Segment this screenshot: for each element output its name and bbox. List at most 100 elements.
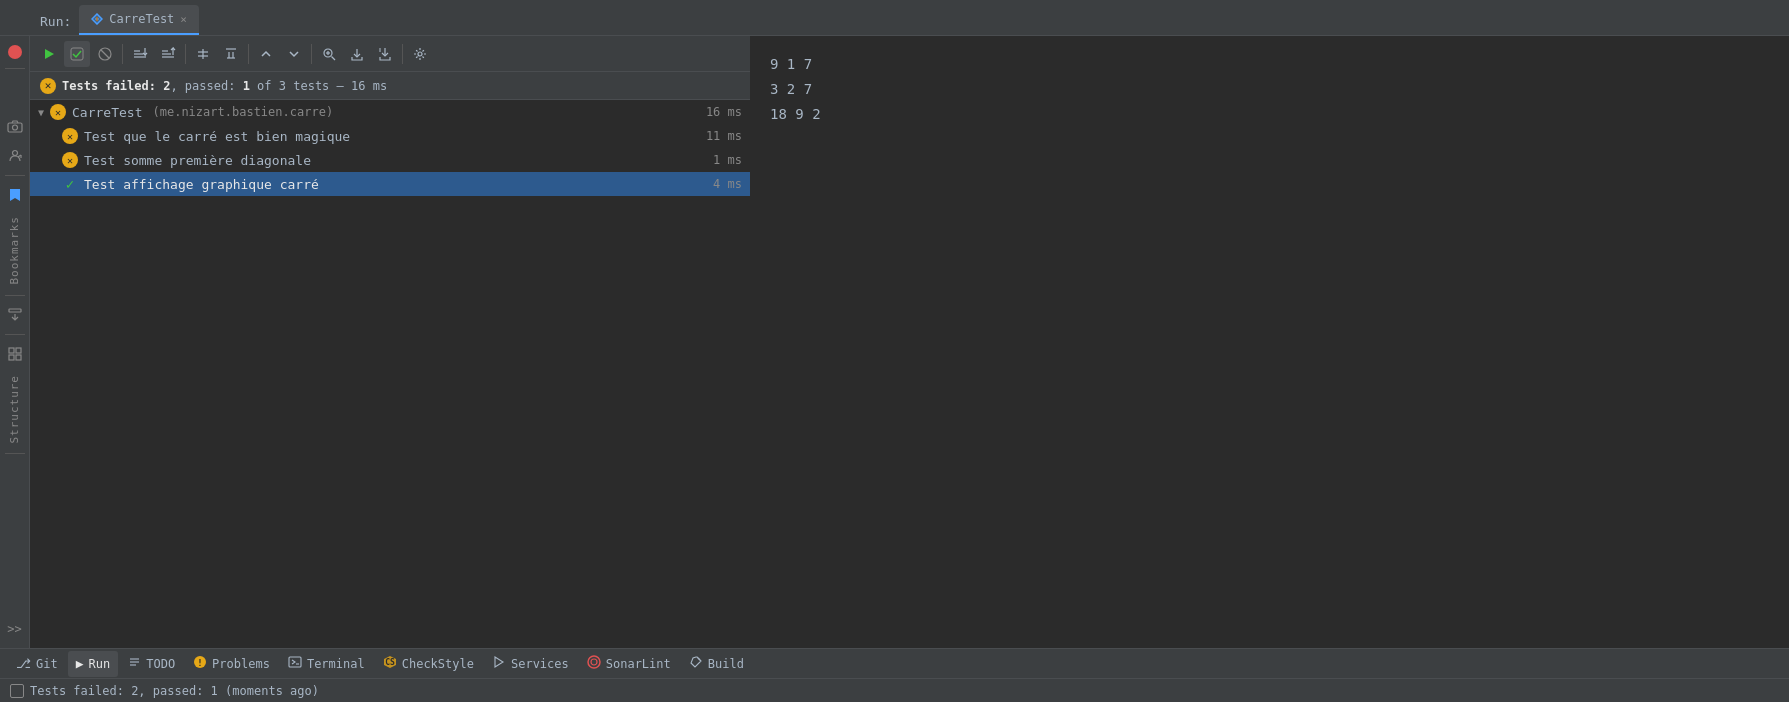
svg-rect-14 (16, 355, 21, 360)
sonarlint-icon (587, 655, 601, 672)
svg-rect-12 (16, 348, 21, 353)
tab-terminal[interactable]: Terminal (280, 651, 373, 677)
settings-button[interactable] (407, 41, 433, 67)
todo-icon (128, 656, 141, 672)
svg-rect-10 (9, 309, 21, 312)
test-name-1: Test que le carré est bien magique (84, 129, 700, 144)
tab-git[interactable]: ⎇ Git (8, 651, 66, 677)
svg-rect-13 (9, 355, 14, 360)
test-row-selected[interactable]: ✓ Test affichage graphique carré 4 ms (30, 172, 750, 196)
output-line-2: 3 2 7 (770, 77, 1769, 102)
tab-sonarlint[interactable]: SonarLint (579, 651, 679, 677)
export-button[interactable] (344, 41, 370, 67)
checkstyle-label: CheckStyle (402, 657, 474, 671)
camera-icon[interactable] (2, 113, 28, 139)
output-line-3: 18 9 2 (770, 102, 1769, 127)
toolbar-sep-2 (185, 44, 186, 64)
bookmark-icon[interactable] (2, 182, 28, 208)
align2-button[interactable] (218, 41, 244, 67)
sort-duration-button[interactable] (155, 41, 181, 67)
svg-point-4 (8, 45, 22, 59)
test-row[interactable]: ✕ Test que le carré est bien magique 11 … (30, 124, 750, 148)
next-button[interactable] (281, 41, 307, 67)
toolbar-sep-1 (122, 44, 123, 64)
grid-icon[interactable] (2, 341, 28, 367)
output-panel: 9 1 7 3 2 7 18 9 2 (750, 36, 1789, 648)
build-icon (689, 655, 703, 672)
toolbar-sep-5 (402, 44, 403, 64)
run-icon: ▶ (76, 656, 84, 671)
play-button[interactable] (36, 41, 62, 67)
sonarlint-label: SonarLint (606, 657, 671, 671)
tab-todo[interactable]: TODO (120, 651, 183, 677)
filter-passed-button[interactable] (64, 41, 90, 67)
svg-point-42 (418, 52, 422, 56)
run-toolbar (30, 36, 750, 72)
suite-time: 16 ms (706, 105, 742, 119)
run-tab-label: Run (89, 657, 111, 671)
git-icon: ⎇ (16, 656, 31, 671)
git-label: Git (36, 657, 58, 671)
toolbar-sep-4 (311, 44, 312, 64)
test-name-3: Test affichage graphique carré (84, 177, 707, 192)
output-line-1: 9 1 7 (770, 52, 1769, 77)
svg-rect-16 (71, 48, 83, 60)
run-label: Run: (40, 14, 71, 35)
svg-point-7 (12, 151, 17, 156)
more-icon[interactable]: >> (2, 616, 28, 642)
sidebar-divider-3 (5, 295, 25, 296)
svg-point-53 (588, 656, 600, 668)
footer-text: Tests failed: 2, passed: 1 (moments ago) (30, 684, 319, 698)
sidebar-divider-4 (5, 334, 25, 335)
svg-line-35 (332, 56, 336, 60)
tab-problems[interactable]: ! Problems (185, 651, 278, 677)
svg-marker-52 (495, 657, 503, 667)
svg-line-18 (101, 50, 109, 58)
svg-rect-5 (8, 123, 22, 132)
svg-point-54 (591, 659, 597, 665)
status-text: Tests failed: 2, passed: 1 of 3 tests – … (62, 79, 387, 93)
rerun-failed-button[interactable] (92, 41, 118, 67)
tab-run[interactable]: ▶ Run (68, 651, 119, 677)
test-passed-icon: ✓ (62, 176, 78, 192)
services-icon (492, 655, 506, 672)
suite-failed-icon: ✕ (50, 104, 66, 120)
problems-label: Problems (212, 657, 270, 671)
sidebar-divider-2 (5, 175, 25, 176)
test-status-bar: ✕ Tests failed: 2, passed: 1 of 3 tests … (30, 72, 750, 100)
svg-rect-11 (9, 348, 14, 353)
run-panel: ✕ Tests failed: 2, passed: 1 of 3 tests … (30, 36, 750, 648)
tab-services[interactable]: Services (484, 651, 577, 677)
export-all-button[interactable] (372, 41, 398, 67)
test-name-2: Test somme première diagonale (84, 153, 707, 168)
tab-checkstyle[interactable]: CS CheckStyle (375, 651, 482, 677)
toolbar-sep-3 (248, 44, 249, 64)
status-failed-icon: ✕ (40, 78, 56, 94)
status-footer: Tests failed: 2, passed: 1 (moments ago) (0, 678, 1789, 702)
footer-checkbox[interactable] (10, 684, 24, 698)
test-time-3: 4 ms (713, 177, 742, 191)
test-suite-row[interactable]: ▼ ✕ CarreTest (me.nizart.bastien.carre) … (30, 100, 750, 124)
tab-build[interactable]: Build (681, 651, 752, 677)
suite-pkg: (me.nizart.bastien.carre) (152, 105, 333, 119)
build-label: Build (708, 657, 744, 671)
tab-bar: Run: CarreTest × (0, 0, 1789, 36)
import-icon[interactable] (2, 302, 28, 328)
main-area: Bookmarks Structure >> (0, 36, 1789, 648)
test-failed-icon-1: ✕ (62, 128, 78, 144)
test-row[interactable]: ✕ Test somme première diagonale 1 ms (30, 148, 750, 172)
test-failed-icon-2: ✕ (62, 152, 78, 168)
align-button[interactable] (190, 41, 216, 67)
carre-test-tab[interactable]: CarreTest × (79, 5, 199, 35)
services-label: Services (511, 657, 569, 671)
svg-text:CS: CS (385, 658, 395, 667)
zoom-button[interactable] (316, 41, 342, 67)
structure-label: Structure (8, 369, 21, 450)
sort-alpha-button[interactable] (127, 41, 153, 67)
svg-text:!: ! (197, 658, 202, 668)
terminal-icon (288, 655, 302, 672)
tab-close-button[interactable]: × (180, 13, 187, 26)
coverage-icon[interactable] (2, 143, 28, 169)
prev-button[interactable] (253, 41, 279, 67)
todo-label: TODO (146, 657, 175, 671)
